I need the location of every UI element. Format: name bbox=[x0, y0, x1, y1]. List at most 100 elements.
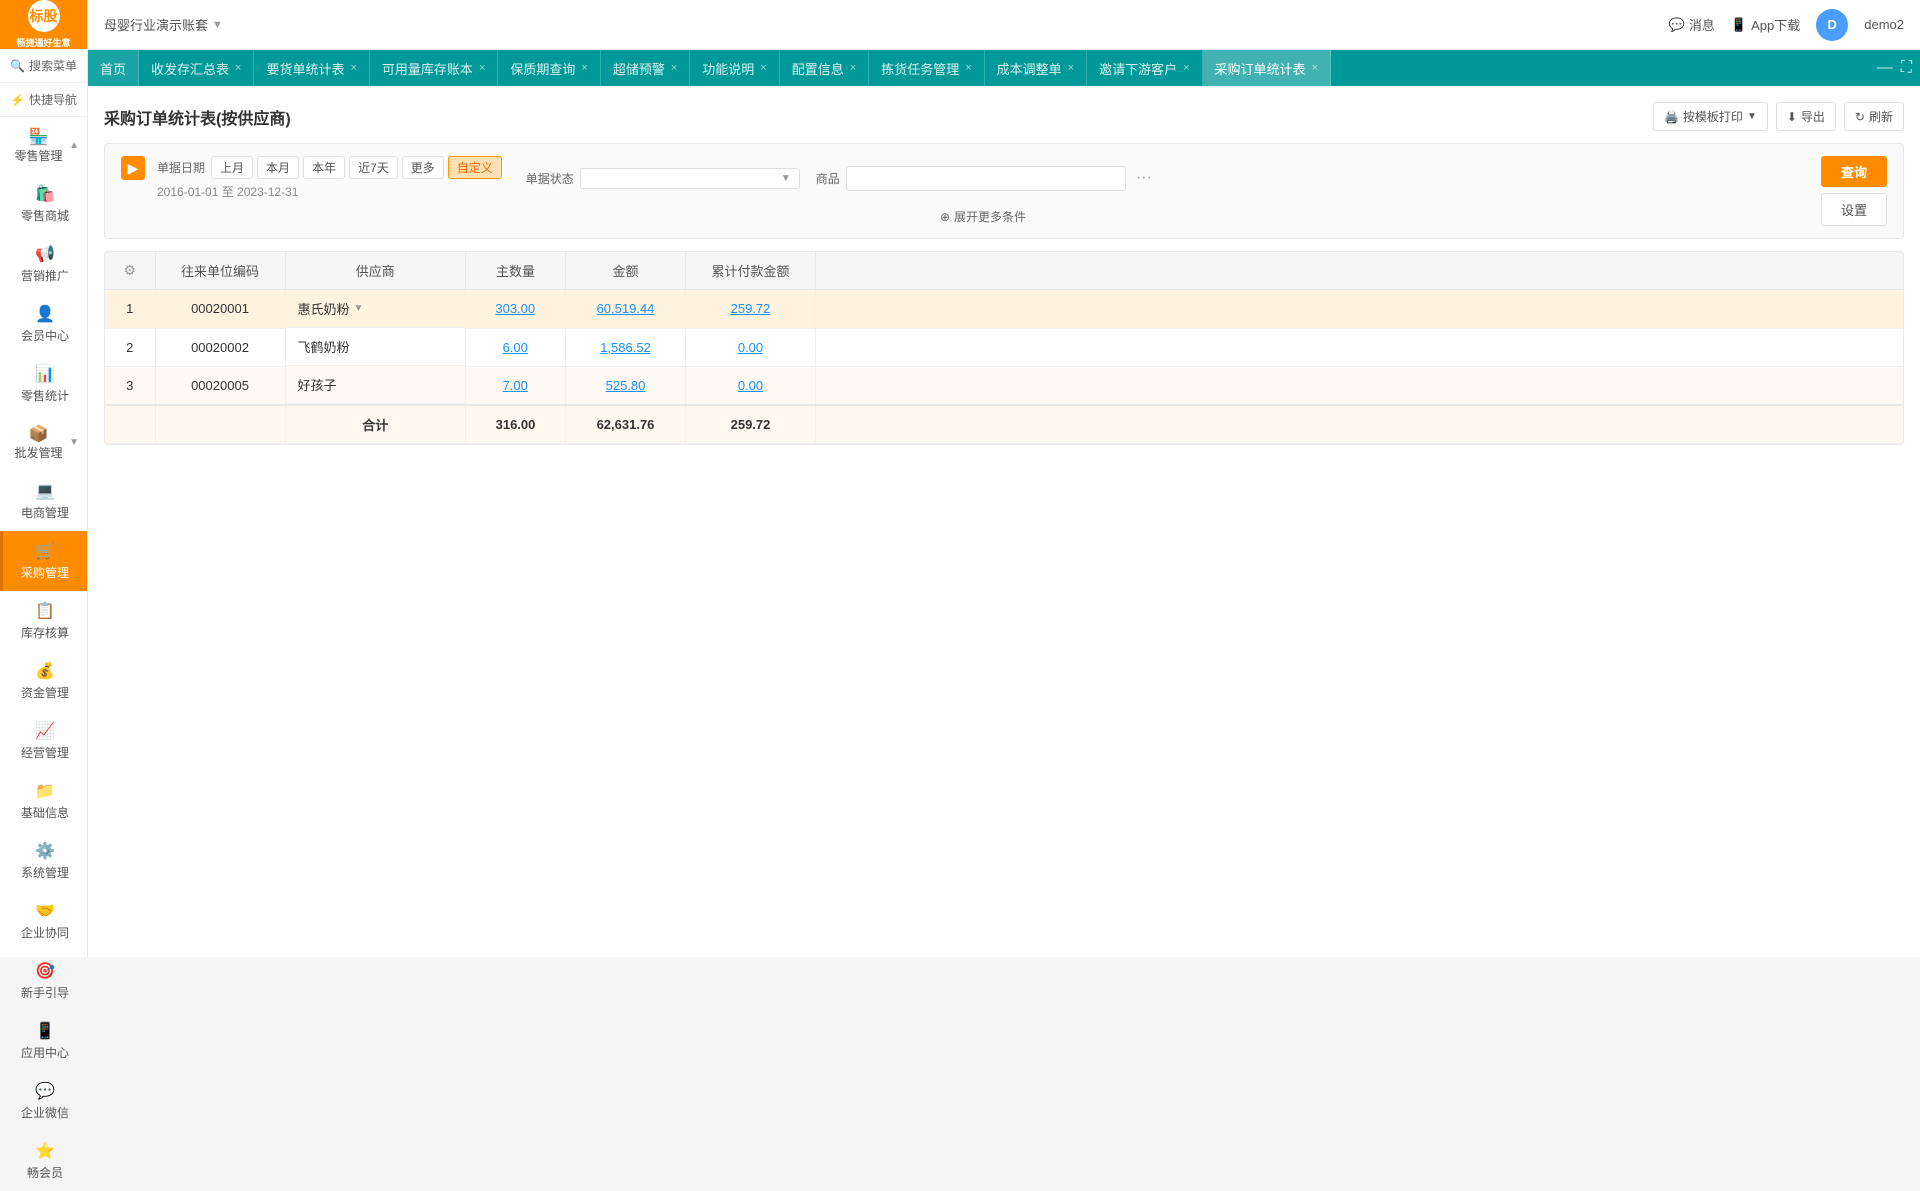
sidebar-item-retail-mall[interactable]: 🛍️ 零售商城 bbox=[0, 174, 87, 234]
query-button[interactable]: 查询 bbox=[1821, 156, 1887, 187]
paid-link[interactable]: 259.72 bbox=[731, 301, 771, 316]
qty-link[interactable]: 303.00 bbox=[495, 301, 535, 316]
sidebar-item-new-guide[interactable]: 🎯 新手引导 bbox=[0, 951, 87, 1011]
sidebar-item-purchase[interactable]: 🛒 采购管理 bbox=[0, 531, 87, 591]
tab-overstock-close[interactable]: × bbox=[671, 62, 677, 74]
tab-purchase-stats-close[interactable]: × bbox=[1312, 62, 1318, 74]
goods-input[interactable] bbox=[846, 166, 1126, 191]
sidebar-item-system[interactable]: ⚙️ 系统管理 bbox=[0, 831, 87, 891]
qty-link[interactable]: 6.00 bbox=[503, 340, 528, 355]
industry-title[interactable]: 母婴行业演示账套 ▼ bbox=[104, 15, 223, 34]
sidebar-item-enterprise[interactable]: 🤝 企业协同 bbox=[0, 891, 87, 951]
tab-config-info-close[interactable]: × bbox=[850, 62, 856, 74]
date-range-display: 2016-01-01 至 2023-12-31 bbox=[157, 183, 502, 200]
goods-more-btn[interactable]: ··· bbox=[1132, 169, 1156, 187]
tab-receive-send-close[interactable]: × bbox=[235, 62, 241, 74]
tab-minimize-icon[interactable]: — bbox=[1877, 59, 1893, 77]
sidebar-item-wholesale[interactable]: 📦 批发管理 ▼ bbox=[0, 414, 87, 471]
query-buttons: 查询 设置 bbox=[1821, 156, 1887, 226]
tab-available-stock-close[interactable]: × bbox=[479, 62, 485, 74]
tab-overstock[interactable]: 超储预警 × bbox=[601, 50, 690, 86]
tab-warranty[interactable]: 保质期查询 × bbox=[498, 50, 600, 86]
shortcut-more[interactable]: 更多 bbox=[402, 156, 444, 179]
tab-function-desc-close[interactable]: × bbox=[760, 62, 766, 74]
tab-warranty-close[interactable]: × bbox=[581, 62, 587, 74]
sidebar-enterprise-label: 企业协同 bbox=[21, 924, 69, 941]
total-empty-col3 bbox=[816, 405, 1904, 444]
tab-home[interactable]: 首页 bbox=[88, 50, 139, 86]
date-filter-group: 单据日期 上月 本月 本年 近7天 更多 自定义 bbox=[157, 156, 502, 200]
refresh-button[interactable]: ↻ 刷新 bbox=[1844, 102, 1904, 131]
shortcut-custom[interactable]: 自定义 bbox=[448, 156, 502, 179]
table-row: 2 00020002 飞鹤奶粉 6.00 1,586.52 0.00 bbox=[105, 328, 1903, 366]
amount-link[interactable]: 525.80 bbox=[606, 378, 646, 393]
paid-link[interactable]: 0.00 bbox=[738, 340, 763, 355]
sidebar: 标股 畅捷通好生意 🔍 搜索菜单 ⚡ 快捷导航 🏪 零售管理 ▲ 🛍️ 零售商城… bbox=[0, 0, 88, 957]
shortcut-last-month[interactable]: 上月 bbox=[211, 156, 253, 179]
message-btn[interactable]: 💬 消息 bbox=[1669, 15, 1715, 34]
expand-more-btn[interactable]: ⊕ 展开更多条件 bbox=[157, 208, 1809, 225]
settings-button[interactable]: 设置 bbox=[1821, 193, 1887, 226]
amount-link[interactable]: 1,586.52 bbox=[600, 340, 651, 355]
status-label: 单据状态 bbox=[526, 170, 574, 187]
export-button[interactable]: ⬇ 导出 bbox=[1776, 102, 1836, 131]
sidebar-item-retail-stats[interactable]: 📊 零售统计 bbox=[0, 354, 87, 414]
tab-home-label: 首页 bbox=[100, 59, 126, 78]
tab-cost-adjust[interactable]: 成本调整单 × bbox=[985, 50, 1087, 86]
tab-order-stats[interactable]: 要货单统计表 × bbox=[254, 50, 369, 86]
sidebar-item-search[interactable]: 🔍 搜索菜单 bbox=[0, 49, 87, 83]
paid-link[interactable]: 0.00 bbox=[738, 378, 763, 393]
sidebar-item-inventory[interactable]: 📋 库存核算 bbox=[0, 591, 87, 651]
sidebar-item-enterprise-wechat[interactable]: 💬 企业微信 bbox=[0, 1071, 87, 1131]
tab-invite-downstream-close[interactable]: × bbox=[1183, 62, 1189, 74]
sidebar-item-quick-nav[interactable]: ⚡ 快捷导航 bbox=[0, 83, 87, 117]
tab-task-mgmt-close[interactable]: × bbox=[965, 62, 971, 74]
cell-supplier: 飞鹤奶粉 bbox=[286, 328, 466, 366]
date-shortcuts: 上月 本月 本年 近7天 更多 自定义 bbox=[211, 156, 502, 179]
tab-order-stats-close[interactable]: × bbox=[350, 62, 356, 74]
purchase-icon: 🛒 bbox=[35, 541, 55, 561]
tab-config-info[interactable]: 配置信息 × bbox=[780, 50, 869, 86]
print-button[interactable]: 🖨️ 按模板打印 ▼ bbox=[1653, 102, 1768, 131]
tab-receive-send[interactable]: 收发存汇总表 × bbox=[139, 50, 254, 86]
tab-function-desc[interactable]: 功能说明 × bbox=[690, 50, 779, 86]
sidebar-item-marketing[interactable]: 📢 营销推广 bbox=[0, 234, 87, 294]
goods-label: 商品 bbox=[816, 170, 840, 187]
sidebar-item-ecommerce[interactable]: 💻 电商管理 bbox=[0, 471, 87, 531]
sidebar-item-member[interactable]: 👤 会员中心 bbox=[0, 294, 87, 354]
user-name[interactable]: demo2 bbox=[1864, 17, 1904, 32]
avatar[interactable]: D bbox=[1816, 9, 1848, 41]
sidebar-item-retail[interactable]: 🏪 零售管理 ▲ bbox=[0, 117, 87, 174]
cell-supplier: 惠氏奶粉 ▼ bbox=[286, 290, 466, 328]
shortcut-7days[interactable]: 近7天 bbox=[349, 156, 398, 179]
sidebar-item-basic-info[interactable]: 📁 基础信息 bbox=[0, 771, 87, 831]
tab-purchase-stats[interactable]: 采购订单统计表 × bbox=[1203, 50, 1331, 86]
tab-task-mgmt[interactable]: 拣货任务管理 × bbox=[869, 50, 984, 86]
sidebar-item-operations[interactable]: 📈 经营管理 bbox=[0, 711, 87, 771]
date-label: 单据日期 bbox=[157, 159, 205, 176]
tab-cost-adjust-close[interactable]: × bbox=[1068, 62, 1074, 74]
tab-invite-downstream[interactable]: 邀请下游客户 × bbox=[1087, 50, 1202, 86]
app-download-btn[interactable]: 📱 App下载 bbox=[1731, 15, 1800, 34]
sidebar-item-finance[interactable]: 💰 资金管理 bbox=[0, 651, 87, 711]
filter-toggle-btn[interactable]: ▶ bbox=[121, 156, 145, 180]
qty-link[interactable]: 7.00 bbox=[503, 378, 528, 393]
status-select[interactable]: ▼ bbox=[580, 168, 800, 189]
sidebar-wechat-label: 企业微信 bbox=[21, 1104, 69, 1121]
tab-available-stock[interactable]: 可用量库存账本 × bbox=[370, 50, 498, 86]
sidebar-basic-info-label: 基础信息 bbox=[21, 804, 69, 821]
guide-icon: 🎯 bbox=[35, 961, 55, 981]
sidebar-item-app-center[interactable]: 📱 应用中心 bbox=[0, 1011, 87, 1071]
tabbar: 首页 收发存汇总表 × 要货单统计表 × 可用量库存账本 × 保质期查询 × 超… bbox=[88, 50, 1920, 86]
shortcut-this-year[interactable]: 本年 bbox=[303, 156, 345, 179]
shortcut-this-month[interactable]: 本月 bbox=[257, 156, 299, 179]
amount-link[interactable]: 60,519.44 bbox=[597, 301, 655, 316]
column-settings-icon[interactable]: ⚙ bbox=[123, 262, 136, 278]
sidebar-item-free-member[interactable]: ⭐ 畅会员 bbox=[0, 1131, 87, 1191]
total-amount: 62,631.76 bbox=[566, 405, 686, 444]
data-table-container: ⚙ 往来单位编码 供应商 主数量 bbox=[104, 251, 1904, 445]
cell-no: 3 bbox=[105, 366, 155, 405]
status-chevron-icon: ▼ bbox=[781, 173, 791, 184]
tab-maximize-icon[interactable]: ⛶ bbox=[1901, 59, 1912, 77]
supplier-expand-icon[interactable]: ▼ bbox=[354, 303, 364, 314]
